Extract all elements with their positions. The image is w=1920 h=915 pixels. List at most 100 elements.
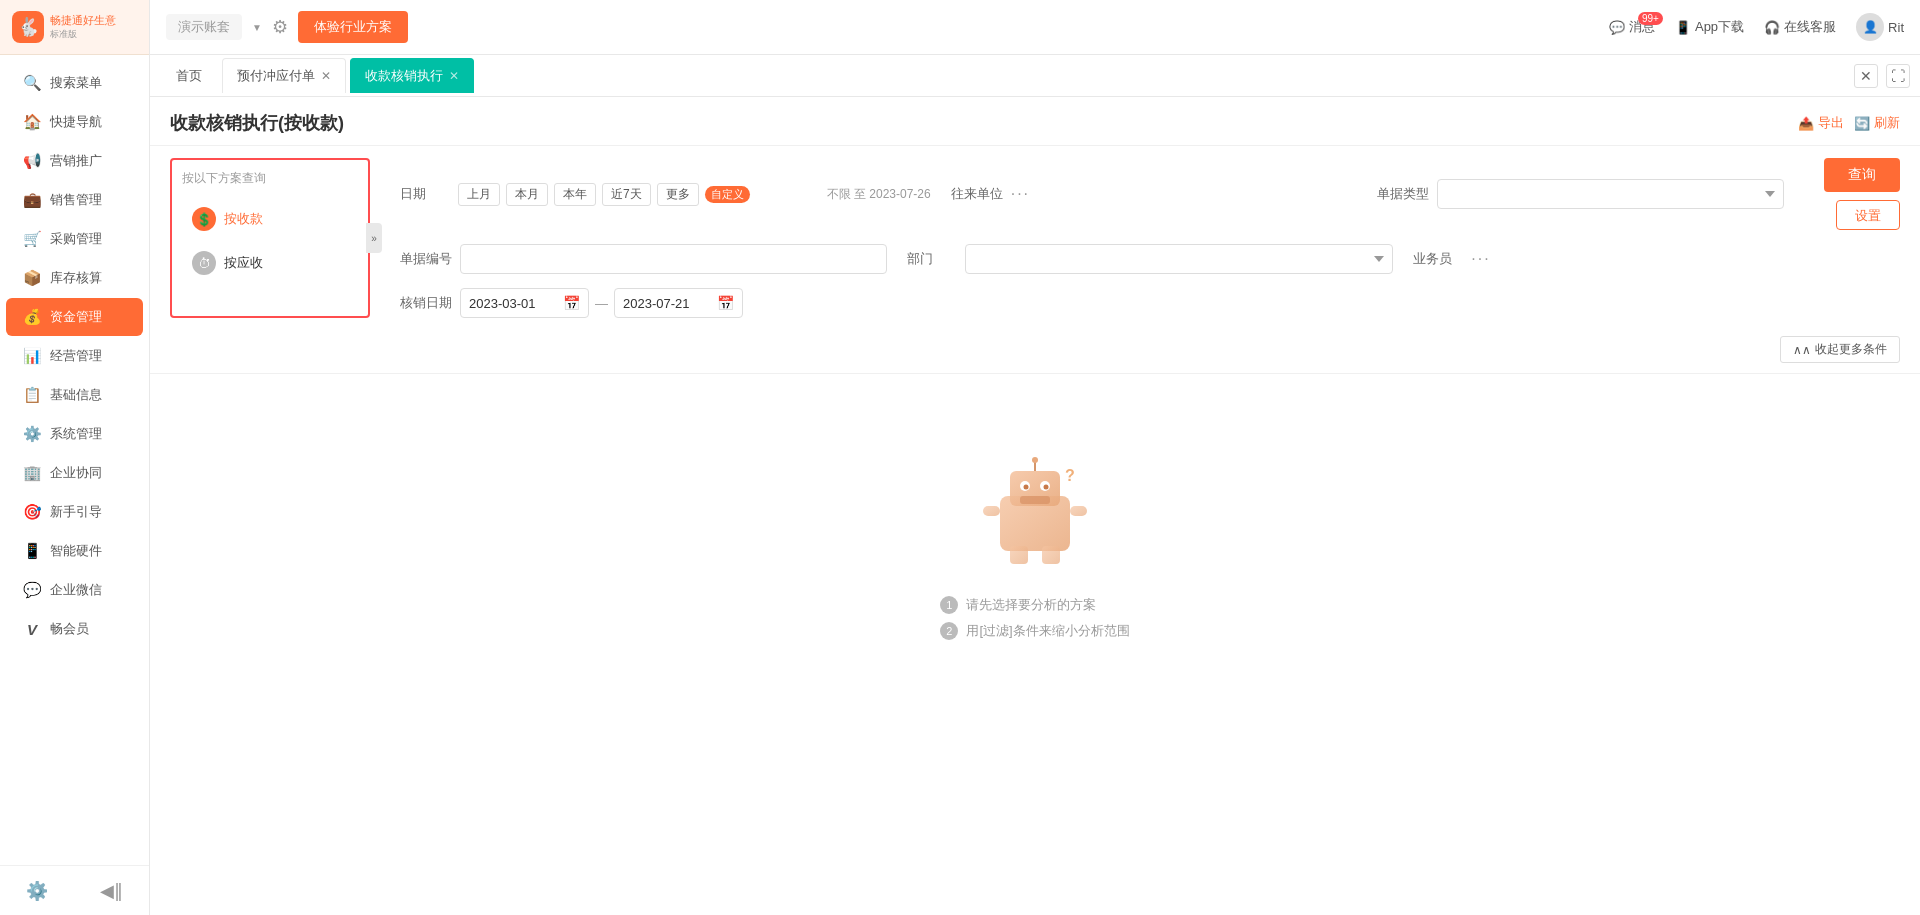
- message-action[interactable]: 💬 消息 99+: [1609, 18, 1655, 36]
- member-icon: V: [22, 621, 42, 638]
- sidebar-item-label: 快捷导航: [50, 113, 102, 131]
- filter-option-by-receivable[interactable]: ⏱ 按应收: [182, 243, 358, 283]
- verify-date-end-input[interactable]: 📅: [614, 288, 743, 318]
- sidebar-item-label: 经营管理: [50, 347, 102, 365]
- sidebar-item-wxwork[interactable]: 💬 企业微信: [6, 571, 143, 609]
- filter-panel-collapse-btn[interactable]: »: [366, 223, 382, 253]
- export-btn[interactable]: 📤 导出: [1798, 114, 1844, 132]
- tab-expand-btn[interactable]: ⛶: [1886, 64, 1910, 88]
- staff-select-btn[interactable]: ···: [1471, 250, 1490, 268]
- sidebar-item-search[interactable]: 🔍 搜索菜单: [6, 64, 143, 102]
- export-icon: 📤: [1798, 116, 1814, 131]
- sidebar-item-sales[interactable]: 💼 销售管理: [6, 181, 143, 219]
- filter-option-receivable-label: 按应收: [224, 254, 263, 272]
- settings-bottom-icon[interactable]: ⚙️: [26, 880, 48, 902]
- sidebar-item-label: 营销推广: [50, 152, 102, 170]
- operations-icon: 📊: [22, 347, 42, 365]
- tab-prepay[interactable]: 预付冲应付单 ✕: [222, 58, 346, 93]
- date-btn-more[interactable]: 更多: [657, 183, 699, 206]
- verify-date-end-field[interactable]: [623, 296, 713, 311]
- svg-text:?: ?: [1065, 467, 1075, 484]
- refresh-btn[interactable]: 🔄 刷新: [1854, 114, 1900, 132]
- sidebar-item-quicknav[interactable]: 🏠 快捷导航: [6, 103, 143, 141]
- company-name[interactable]: 演示账套: [166, 14, 242, 40]
- doc-type-select[interactable]: [1437, 179, 1784, 209]
- verify-date-start-field[interactable]: [469, 296, 559, 311]
- date-btn-this-month[interactable]: 本月: [506, 183, 548, 206]
- sidebar: 🐇 畅捷通好生意 标准版 🔍 搜索菜单 🏠 快捷导航 📢 营销推广 💼 销售管理…: [0, 0, 150, 915]
- sidebar-item-label: 企业微信: [50, 581, 102, 599]
- sidebar-item-label: 智能硬件: [50, 542, 102, 560]
- svg-rect-9: [983, 506, 1000, 516]
- avatar: 👤: [1856, 13, 1884, 41]
- form-row-3: 核销日期 📅 — 📅: [400, 288, 1900, 318]
- online-service-action[interactable]: 🎧 在线客服: [1764, 18, 1836, 36]
- tab-prepay-close-icon[interactable]: ✕: [321, 69, 331, 83]
- empty-tip-1: 1 请先选择要分析的方案: [940, 596, 1129, 614]
- sidebar-item-inventory[interactable]: 📦 库存核算: [6, 259, 143, 297]
- export-label: 导出: [1818, 114, 1844, 132]
- hardware-icon: 📱: [22, 542, 42, 560]
- sidebar-item-corp[interactable]: 🏢 企业协同: [6, 454, 143, 492]
- home-icon: 🏠: [22, 113, 42, 131]
- app-download-icon: 📱: [1675, 20, 1691, 35]
- sidebar-item-marketing[interactable]: 📢 营销推广: [6, 142, 143, 180]
- sidebar-item-purchase[interactable]: 🛒 采购管理: [6, 220, 143, 258]
- sidebar-item-operations[interactable]: 📊 经营管理: [6, 337, 143, 375]
- dept-select[interactable]: [965, 244, 1394, 274]
- logo-icon: 🐇: [12, 11, 44, 43]
- settings-btn[interactable]: 设置: [1836, 200, 1900, 230]
- calendar-start-icon[interactable]: 📅: [563, 295, 580, 311]
- corp-icon: 🏢: [22, 464, 42, 482]
- tab-close-btn[interactable]: ✕: [1854, 64, 1878, 88]
- verify-date-start-input[interactable]: 📅: [460, 288, 589, 318]
- finance-icon: 💰: [22, 308, 42, 326]
- collapse-more-btn[interactable]: ∧∧ 收起更多条件: [1780, 336, 1900, 363]
- counterpart-select-btn[interactable]: ···: [1011, 185, 1030, 203]
- calendar-end-icon[interactable]: 📅: [717, 295, 734, 311]
- online-service-label: 在线客服: [1784, 18, 1836, 36]
- sidebar-item-newbie[interactable]: 🎯 新手引导: [6, 493, 143, 531]
- doc-no-input[interactable]: [460, 244, 887, 274]
- tab-home[interactable]: 首页: [160, 59, 218, 93]
- header-settings-icon[interactable]: ⚙: [272, 16, 288, 38]
- tab-bar: 首页 预付冲应付单 ✕ 收款核销执行 ✕ ✕ ⛶: [150, 55, 1920, 97]
- date-btn-last-month[interactable]: 上月: [458, 183, 500, 206]
- message-badge: 99+: [1638, 12, 1663, 25]
- tab-verify-close-icon[interactable]: ✕: [449, 69, 459, 83]
- wxwork-icon: 💬: [22, 581, 42, 599]
- sidebar-item-system[interactable]: ⚙️ 系统管理: [6, 415, 143, 453]
- sidebar-item-finance[interactable]: 💰 资金管理: [6, 298, 143, 336]
- page-header: 收款核销执行(按收款) 📤 导出 🔄 刷新: [150, 97, 1920, 146]
- collapse-up-icon: ∧∧: [1793, 343, 1811, 357]
- dropdown-arrow-icon[interactable]: ▼: [252, 22, 262, 33]
- date-btn-7days[interactable]: 近7天: [602, 183, 651, 206]
- logo-text: 畅捷通好生意: [50, 13, 116, 27]
- industry-btn[interactable]: 体验行业方案: [298, 11, 408, 43]
- sidebar-item-basic[interactable]: 📋 基础信息: [6, 376, 143, 414]
- svg-point-5: [1044, 485, 1049, 490]
- sidebar-item-label: 系统管理: [50, 425, 102, 443]
- filter-panel: 按以下方案查询 💲 按收款 ⏱ 按应收 »: [170, 158, 370, 318]
- sales-icon: 💼: [22, 191, 42, 209]
- sidebar-item-label: 畅会员: [50, 620, 89, 638]
- system-icon: ⚙️: [22, 425, 42, 443]
- empty-state: ? 1 请先选择要分析的方案 2 用[过滤]条件来缩小分析范围: [150, 376, 1920, 720]
- top-header: 演示账套 ▼ ⚙ 体验行业方案 💬 消息 99+ 📱 App下载 🎧 在线客服 …: [150, 0, 1920, 55]
- svg-rect-12: [1042, 546, 1060, 564]
- doc-type-field: 单据类型: [1377, 179, 1784, 209]
- search-icon: 🔍: [22, 74, 42, 92]
- collapse-more-label: 收起更多条件: [1815, 341, 1887, 358]
- tab-verify[interactable]: 收款核销执行 ✕: [350, 58, 474, 93]
- sidebar-item-label: 新手引导: [50, 503, 102, 521]
- date-btn-this-year[interactable]: 本年: [554, 183, 596, 206]
- collapse-sidebar-icon[interactable]: ◀‖: [100, 880, 123, 902]
- app-download-action[interactable]: 📱 App下载: [1675, 18, 1744, 36]
- query-btn[interactable]: 查询: [1824, 158, 1900, 192]
- refresh-icon: 🔄: [1854, 116, 1870, 131]
- logo-sub: 标准版: [50, 28, 116, 41]
- user-area[interactable]: 👤 Rit: [1856, 13, 1904, 41]
- filter-option-by-receipt[interactable]: 💲 按收款: [182, 199, 358, 239]
- sidebar-item-hardware[interactable]: 📱 智能硬件: [6, 532, 143, 570]
- sidebar-item-member[interactable]: V 畅会员: [6, 610, 143, 648]
